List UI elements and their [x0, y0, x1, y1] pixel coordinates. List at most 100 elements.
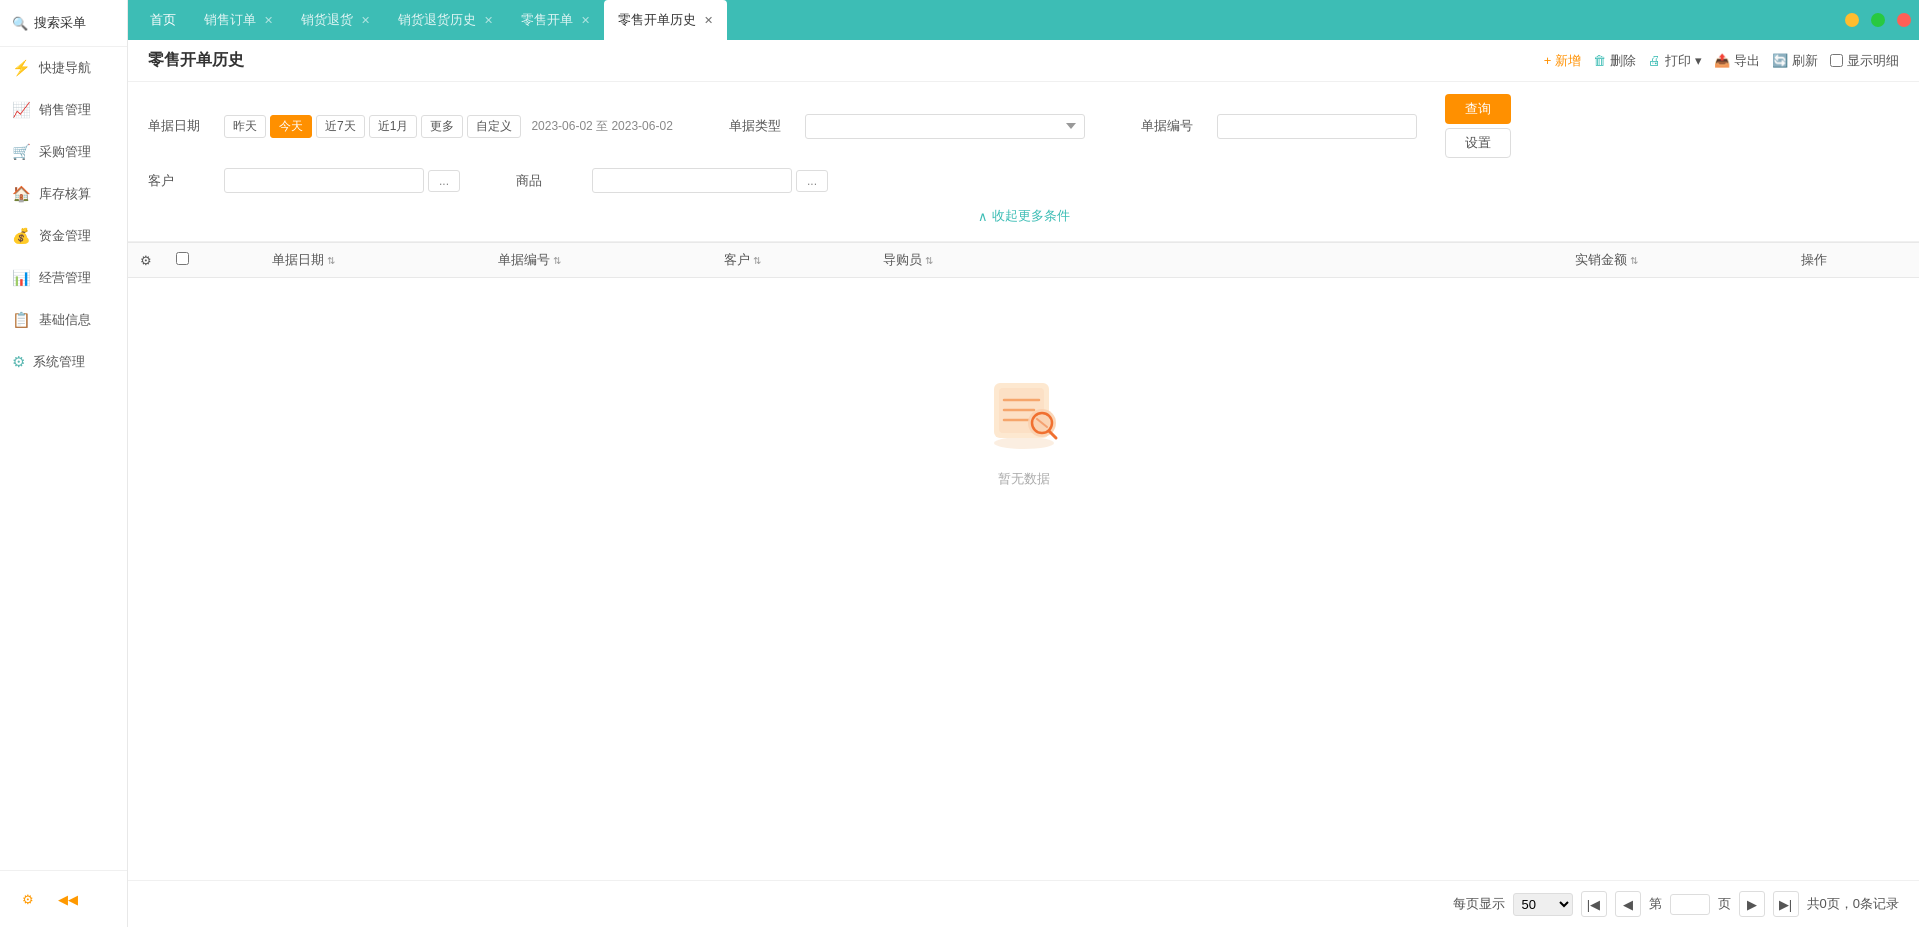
delete-button[interactable]: 🗑 删除 [1593, 52, 1636, 70]
doc-type-select[interactable] [805, 114, 1085, 139]
settings-bottom-icon: ⚙ [22, 892, 34, 907]
tab-retail-open-label: 零售开单 [521, 11, 573, 29]
col-guide: 导购员 ⇅ [871, 243, 1063, 278]
select-all-checkbox[interactable] [176, 252, 189, 265]
collapse-filter-button[interactable]: ∧ 收起更多条件 [148, 203, 1899, 229]
sort-no-icon: ⇅ [553, 255, 561, 266]
col-empty [1063, 243, 1563, 278]
sort-date-label: 单据日期 [272, 251, 324, 269]
sidebar-item-quick-nav[interactable]: ⚡ 快捷导航 [0, 47, 127, 89]
prev-page-button[interactable]: ◀ [1615, 891, 1641, 917]
sidebar-item-inventory[interactable]: 🏠 库存核算 [0, 173, 127, 215]
table-settings-icon[interactable]: ⚙ [140, 253, 152, 268]
filter-area: 单据日期 昨天 今天 近7天 近1月 更多 自定义 2023-06-02 至 2… [128, 82, 1919, 242]
product-label: 商品 [516, 172, 576, 190]
sort-no[interactable]: 单据编号 ⇅ [498, 251, 561, 269]
page-size-select[interactable]: 10 20 50 100 [1513, 893, 1573, 916]
customer-input[interactable] [224, 168, 424, 193]
customer-ellipsis-btn[interactable]: ... [428, 170, 460, 192]
first-page-button[interactable]: |◀ [1581, 891, 1607, 917]
no-data-illustration [974, 358, 1074, 458]
last-page-button[interactable]: ▶| [1773, 891, 1799, 917]
sidebar-item-basic-info[interactable]: 📋 基础信息 [0, 299, 127, 341]
more-date-btn[interactable]: 更多 [421, 115, 463, 138]
minimize-button[interactable] [1845, 13, 1859, 27]
close-sales-return-icon[interactable]: ✕ [361, 14, 370, 27]
page-label: 第 [1649, 895, 1662, 913]
sidebar-item-purchase-mgmt[interactable]: 🛒 采购管理 [0, 131, 127, 173]
operations-icon: 📊 [12, 269, 31, 287]
sort-date[interactable]: 单据日期 ⇅ [272, 251, 335, 269]
export-button[interactable]: 📤 导出 [1714, 52, 1760, 70]
sidebar-item-label: 库存核算 [39, 185, 91, 203]
sidebar-item-system-mgmt[interactable]: ⚙ 系统管理 [0, 341, 127, 383]
sidebar-search-label: 搜索采单 [34, 14, 86, 32]
sidebar-item-finance[interactable]: 💰 资金管理 [0, 215, 127, 257]
settings-bottom-button[interactable]: ⚙ [12, 883, 44, 915]
today-btn[interactable]: 今天 [270, 115, 312, 138]
query-button[interactable]: 查询 [1445, 94, 1511, 124]
maximize-button[interactable] [1871, 13, 1885, 27]
sort-amount[interactable]: 实销金额 ⇅ [1575, 251, 1638, 269]
collapse-sidebar-button[interactable]: ◀◀ [52, 883, 84, 915]
collapse-label: 收起更多条件 [992, 207, 1070, 225]
close-retail-open-icon[interactable]: ✕ [581, 14, 590, 27]
tab-sales-return-history-label: 销货退货历史 [398, 11, 476, 29]
collapse-icon: ◀◀ [58, 892, 78, 907]
sort-no-label: 单据编号 [498, 251, 550, 269]
per-page-label: 每页显示 [1453, 895, 1505, 913]
date-filter-buttons: 昨天 今天 近7天 近1月 更多 自定义 2023-06-02 至 2023-0… [224, 115, 673, 138]
close-window-button[interactable] [1897, 13, 1911, 27]
page-input[interactable]: 1 [1670, 894, 1710, 915]
tab-retail-open-history-label: 零售开单历史 [618, 11, 696, 29]
sales-mgmt-icon: 📈 [12, 101, 31, 119]
tab-retail-open-history[interactable]: 零售开单历史 ✕ [604, 0, 727, 40]
basic-info-icon: 📋 [12, 311, 31, 329]
display-detail-button[interactable]: 显示明细 [1830, 52, 1899, 70]
last7days-btn[interactable]: 近7天 [316, 115, 365, 138]
table-settings-col[interactable]: ⚙ [128, 243, 164, 278]
tab-retail-open[interactable]: 零售开单 ✕ [507, 0, 604, 40]
no-data-text: 暂无数据 [998, 470, 1050, 488]
close-sales-order-icon[interactable]: ✕ [264, 14, 273, 27]
col-amount: 实销金额 ⇅ [1563, 243, 1789, 278]
custom-date-btn[interactable]: 自定义 [467, 115, 521, 138]
date-filter-label: 单据日期 [148, 117, 208, 135]
tab-home[interactable]: 首页 [136, 0, 190, 40]
refresh-button[interactable]: 🔄 刷新 [1772, 52, 1818, 70]
tab-sales-order[interactable]: 销售订单 ✕ [190, 0, 287, 40]
sort-guide[interactable]: 导购员 ⇅ [883, 251, 933, 269]
display-detail-checkbox[interactable] [1830, 54, 1843, 67]
tab-sales-return[interactable]: 销货退货 ✕ [287, 0, 384, 40]
sidebar-item-operations[interactable]: 📊 经营管理 [0, 257, 127, 299]
toolbar: + 新增 🗑 删除 🖨 打印 ▾ 📤 导出 🔄 刷新 [1544, 52, 1899, 70]
sidebar-search[interactable]: 🔍 搜索采单 [0, 0, 127, 47]
sidebar-item-sales-mgmt[interactable]: 📈 销售管理 [0, 89, 127, 131]
main-area: 首页 销售订单 ✕ 销货退货 ✕ 销货退货历史 ✕ 零售开单 ✕ 零售开单历史 … [128, 0, 1919, 927]
close-sales-return-history-icon[interactable]: ✕ [484, 14, 493, 27]
product-ellipsis-btn[interactable]: ... [796, 170, 828, 192]
date-range-display: 2023-06-02 至 2023-06-02 [531, 118, 672, 135]
yesterday-btn[interactable]: 昨天 [224, 115, 266, 138]
doc-no-input[interactable] [1217, 114, 1417, 139]
tab-sales-return-history[interactable]: 销货退货历史 ✕ [384, 0, 507, 40]
settings-filter-button[interactable]: 设置 [1445, 128, 1511, 158]
print-button[interactable]: 🖨 打印 ▾ [1648, 52, 1702, 70]
export-icon: 📤 [1714, 53, 1730, 68]
print-label: 打印 [1665, 52, 1691, 70]
export-label: 导出 [1734, 52, 1760, 70]
sidebar: 🔍 搜索采单 ⚡ 快捷导航 📈 销售管理 🛒 采购管理 🏠 库存核算 💰 资金管… [0, 0, 128, 927]
product-input[interactable] [592, 168, 792, 193]
sidebar-item-label: 系统管理 [33, 353, 85, 371]
content-area: 零售开单历史 + 新增 🗑 删除 🖨 打印 ▾ 📤 导出 [128, 40, 1919, 927]
next-page-button[interactable]: ▶ [1739, 891, 1765, 917]
close-retail-open-history-icon[interactable]: ✕ [704, 14, 713, 27]
new-label: + 新增 [1544, 52, 1581, 70]
col-customer: 客户 ⇅ [712, 243, 870, 278]
tab-home-label: 首页 [150, 11, 176, 29]
last1month-btn[interactable]: 近1月 [369, 115, 418, 138]
sort-customer[interactable]: 客户 ⇅ [724, 251, 761, 269]
tab-sales-order-label: 销售订单 [204, 11, 256, 29]
new-button[interactable]: + 新增 [1544, 52, 1581, 70]
pagination: 每页显示 10 20 50 100 |◀ ◀ 第 1 页 ▶ ▶| 共0页，0条… [128, 880, 1919, 927]
